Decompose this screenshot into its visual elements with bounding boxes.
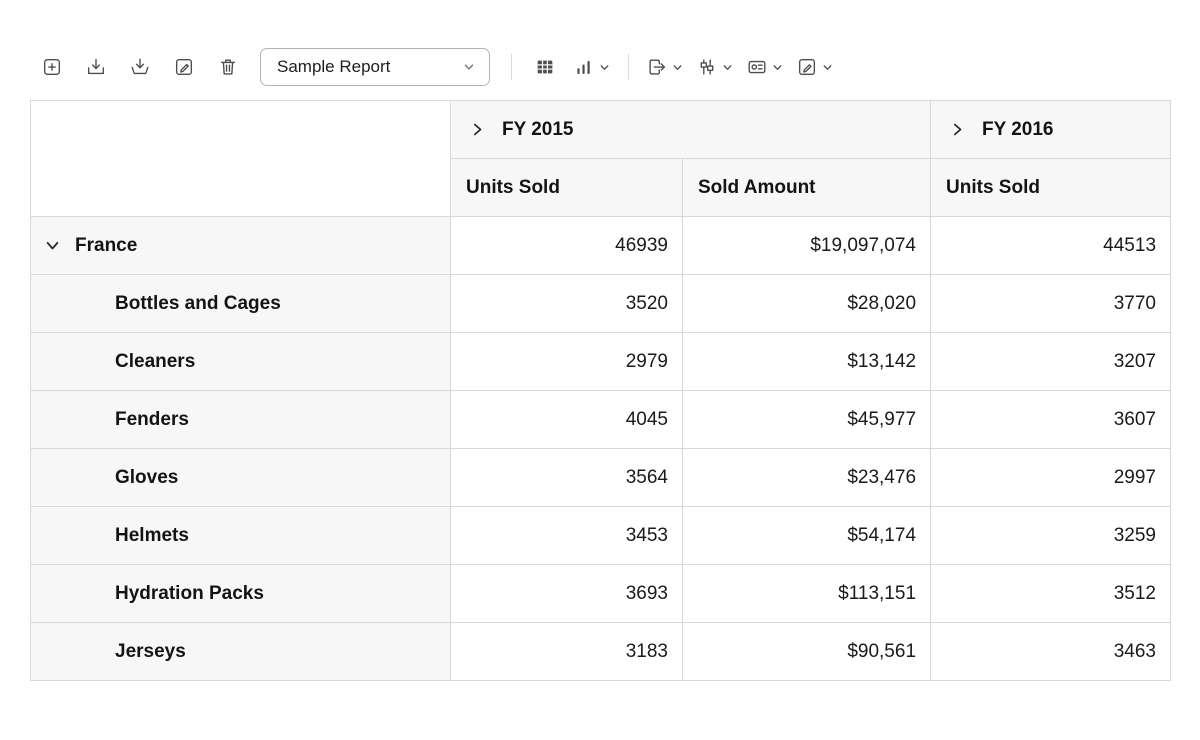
column-group-fy2016[interactable]: FY 2016 xyxy=(931,101,1171,159)
report-select-value: Sample Report xyxy=(277,57,390,77)
table-row: Fenders 4045 $45,977 3607 xyxy=(31,391,1171,449)
row-header: Hydration Packs xyxy=(31,565,451,623)
delete-report-button[interactable] xyxy=(208,47,248,87)
fields-icon xyxy=(696,56,718,78)
data-cell[interactable]: 3259 xyxy=(931,507,1171,565)
column-group-row: FY 2015 FY 2016 xyxy=(31,101,1171,159)
table-row: Helmets 3453 $54,174 3259 xyxy=(31,507,1171,565)
data-cell[interactable]: 3564 xyxy=(451,449,683,507)
open-report-icon xyxy=(129,56,151,78)
pivot-app: Sample Report xyxy=(0,0,1200,681)
chevron-down-icon xyxy=(462,60,476,74)
data-cell[interactable]: 3512 xyxy=(931,565,1171,623)
format-icon xyxy=(746,56,768,78)
data-cell[interactable]: 44513 xyxy=(931,217,1171,275)
data-cell[interactable]: $90,561 xyxy=(683,623,931,681)
format-button[interactable] xyxy=(742,47,788,87)
save-report-icon xyxy=(85,56,107,78)
save-report-button[interactable] xyxy=(76,47,116,87)
data-cell[interactable]: 4045 xyxy=(451,391,683,449)
data-cell[interactable]: $23,476 xyxy=(683,449,931,507)
data-cell[interactable]: 3207 xyxy=(931,333,1171,391)
expand-right-icon[interactable] xyxy=(470,122,485,137)
toolbar-divider xyxy=(511,54,512,80)
edit-report-button[interactable] xyxy=(164,47,204,87)
corner-cell xyxy=(31,101,451,217)
data-cell[interactable]: 3183 xyxy=(451,623,683,681)
data-cell[interactable]: $45,977 xyxy=(683,391,931,449)
data-cell[interactable]: 3770 xyxy=(931,275,1171,333)
data-cell[interactable]: $13,142 xyxy=(683,333,931,391)
table-row: Jerseys 3183 $90,561 3463 xyxy=(31,623,1171,681)
row-header: Cleaners xyxy=(31,333,451,391)
table-row: Hydration Packs 3693 $113,151 3512 xyxy=(31,565,1171,623)
column-group-label: FY 2016 xyxy=(982,119,1053,141)
row-header: Helmets xyxy=(31,507,451,565)
grid-view-button[interactable] xyxy=(525,47,565,87)
column-header-units-sold: Units Sold xyxy=(931,159,1171,217)
row-header: Bottles and Cages xyxy=(31,275,451,333)
data-cell[interactable]: 3463 xyxy=(931,623,1171,681)
data-cell[interactable]: $19,097,074 xyxy=(683,217,931,275)
data-cell[interactable]: 2979 xyxy=(451,333,683,391)
export-icon xyxy=(646,56,668,78)
row-header-france[interactable]: France xyxy=(31,217,451,275)
table-row: Bottles and Cages 3520 $28,020 3770 xyxy=(31,275,1171,333)
data-cell[interactable]: $113,151 xyxy=(683,565,931,623)
report-select[interactable]: Sample Report xyxy=(260,48,490,86)
row-header: Fenders xyxy=(31,391,451,449)
toolbar-divider xyxy=(628,54,629,80)
data-cell[interactable]: $54,174 xyxy=(683,507,931,565)
data-cell[interactable]: 3520 xyxy=(451,275,683,333)
chevron-down-icon xyxy=(821,61,834,74)
new-report-button[interactable] xyxy=(32,47,72,87)
options-button[interactable] xyxy=(792,47,838,87)
chevron-down-icon xyxy=(671,61,684,74)
column-header-sold-amount: Sold Amount xyxy=(683,159,931,217)
column-group-label: FY 2015 xyxy=(502,119,573,141)
row-header: Jerseys xyxy=(31,623,451,681)
table-row: Cleaners 2979 $13,142 3207 xyxy=(31,333,1171,391)
chevron-down-icon xyxy=(771,61,784,74)
data-cell[interactable]: 3607 xyxy=(931,391,1171,449)
data-cell[interactable]: 2997 xyxy=(931,449,1171,507)
charts-view-button[interactable] xyxy=(569,47,615,87)
toolbar: Sample Report xyxy=(30,44,1170,90)
table-row: Gloves 3564 $23,476 2997 xyxy=(31,449,1171,507)
row-header: Gloves xyxy=(31,449,451,507)
row-label: France xyxy=(75,235,137,257)
new-report-icon xyxy=(41,56,63,78)
data-cell[interactable]: $28,020 xyxy=(683,275,931,333)
pivot-table: FY 2015 FY 2016 Units Sold Sold Amount U… xyxy=(30,100,1171,681)
fields-button[interactable] xyxy=(692,47,738,87)
column-header-units-sold: Units Sold xyxy=(451,159,683,217)
chevron-down-icon xyxy=(721,61,734,74)
data-cell[interactable]: 46939 xyxy=(451,217,683,275)
column-group-fy2015[interactable]: FY 2015 xyxy=(451,101,931,159)
chevron-down-icon xyxy=(598,61,611,74)
export-button[interactable] xyxy=(642,47,688,87)
edit-report-icon xyxy=(173,56,195,78)
delete-report-icon xyxy=(217,56,239,78)
data-cell[interactable]: 3453 xyxy=(451,507,683,565)
grid-view-icon xyxy=(534,56,556,78)
open-report-button[interactable] xyxy=(120,47,160,87)
options-icon xyxy=(796,56,818,78)
expand-right-icon[interactable] xyxy=(950,122,965,137)
charts-view-icon xyxy=(573,56,595,78)
collapse-down-icon[interactable] xyxy=(45,238,60,253)
data-cell[interactable]: 3693 xyxy=(451,565,683,623)
table-row: France 46939 $19,097,074 44513 xyxy=(31,217,1171,275)
